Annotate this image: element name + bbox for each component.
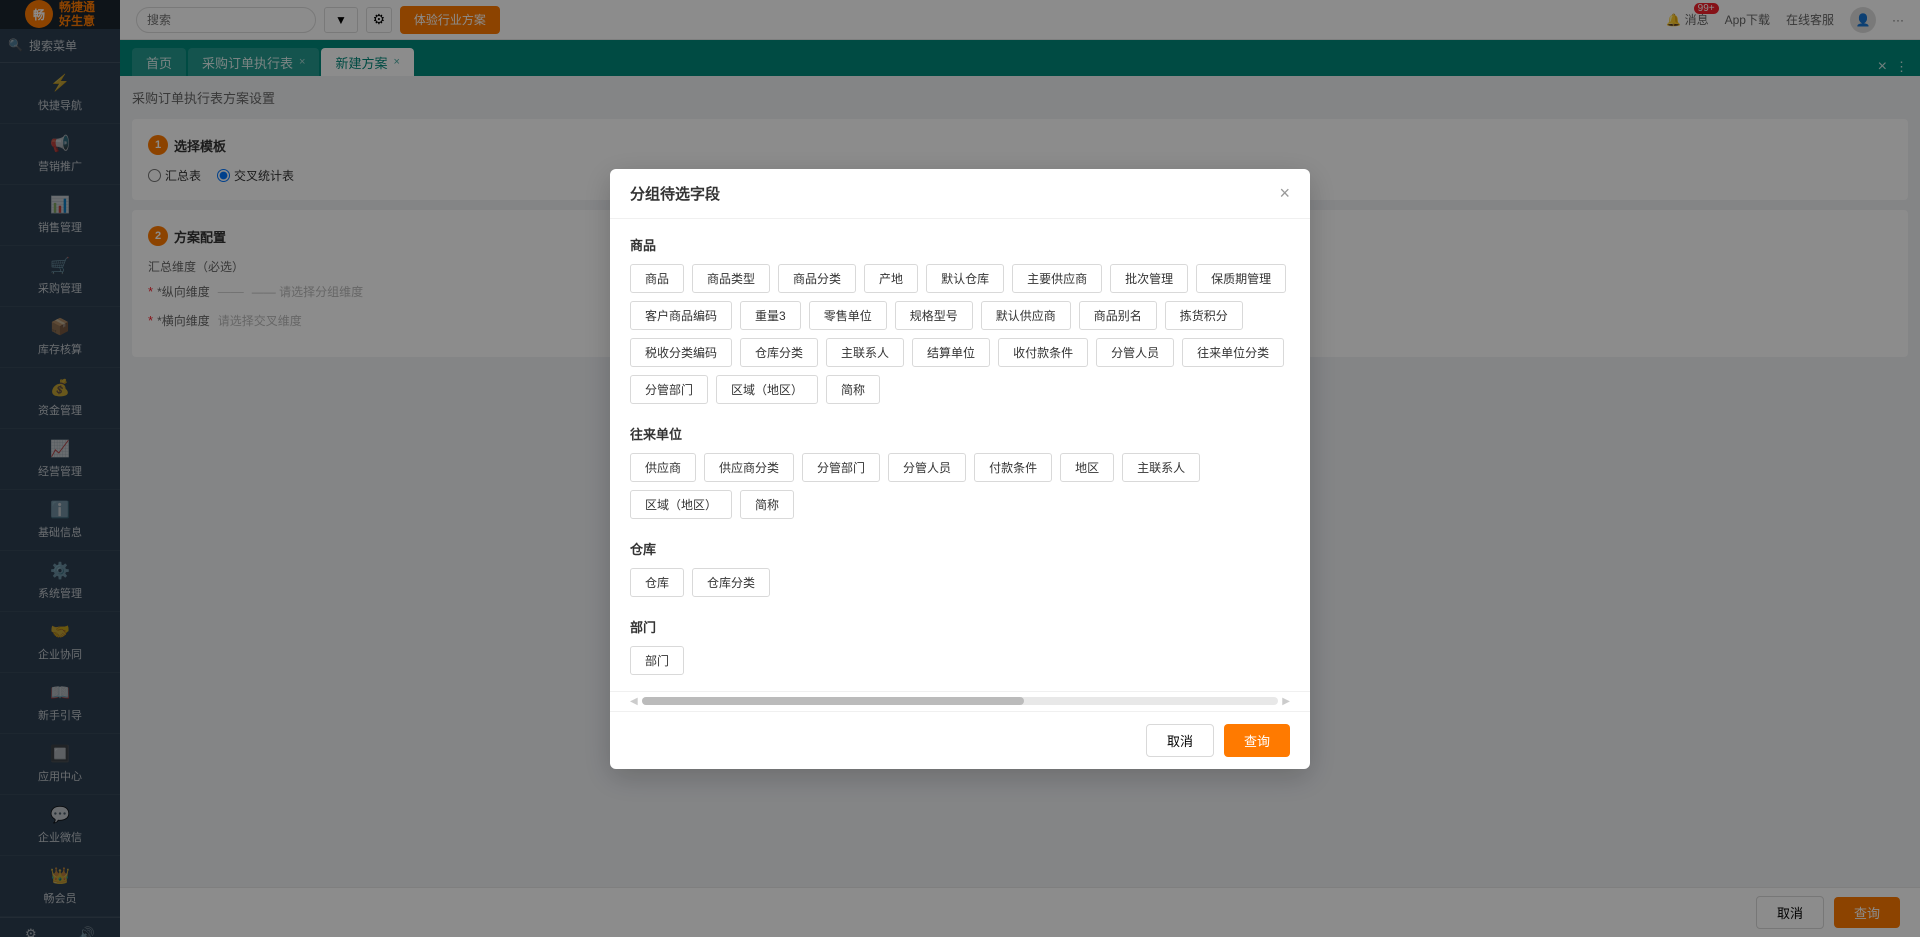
chip-weight[interactable]: 重量3 (740, 301, 801, 330)
chip-supervisor[interactable]: 分管人员 (1096, 338, 1174, 367)
chip-cp-short[interactable]: 简称 (740, 490, 794, 519)
chip-goods-alias[interactable]: 商品别名 (1079, 301, 1157, 330)
chip-shelf-life[interactable]: 保质期管理 (1196, 264, 1286, 293)
section-goods-title: 商品 (630, 235, 1290, 254)
chip-batch-mgmt[interactable]: 批次管理 (1110, 264, 1188, 293)
chip-warehouse-cat2[interactable]: 仓库分类 (692, 568, 770, 597)
chip-default-warehouse[interactable]: 默认仓库 (926, 264, 1004, 293)
chip-cp-dept[interactable]: 分管部门 (802, 453, 880, 482)
chip-cp-payment[interactable]: 付款条件 (974, 453, 1052, 482)
warehouse-chips: 仓库 仓库分类 (630, 568, 1290, 597)
dialog-title: 分组待选字段 (630, 183, 720, 204)
scroll-right-arrow[interactable]: ▶ (1282, 696, 1290, 707)
horizontal-scrollbar[interactable] (642, 697, 1279, 705)
section-goods: 商品 商品 商品类型 商品分类 产地 默认仓库 主要供应商 批次管理 保质期管理… (630, 235, 1290, 404)
section-dept-title: 部门 (630, 617, 1290, 636)
chip-supplier[interactable]: 供应商 (630, 453, 696, 482)
chip-unit-category[interactable]: 往来单位分类 (1182, 338, 1284, 367)
dialog-confirm-button[interactable]: 查询 (1224, 724, 1290, 757)
chip-main-supplier[interactable]: 主要供应商 (1012, 264, 1102, 293)
chip-cp-region[interactable]: 地区 (1060, 453, 1114, 482)
chip-goods-type[interactable]: 商品类型 (692, 264, 770, 293)
scroll-left-arrow[interactable]: ◀ (630, 696, 638, 707)
chip-dept[interactable]: 部门 (630, 646, 684, 675)
chip-settle-unit[interactable]: 结算单位 (912, 338, 990, 367)
dialog-overlay: 分组待选字段 × 商品 商品 商品类型 商品分类 产地 默认仓库 主要供应商 批… (0, 0, 1920, 937)
chip-cp-contact[interactable]: 主联系人 (1122, 453, 1200, 482)
section-counterparty: 往来单位 供应商 供应商分类 分管部门 分管人员 付款条件 地区 主联系人 区域… (630, 424, 1290, 519)
chip-goods-category[interactable]: 商品分类 (778, 264, 856, 293)
chip-short-name[interactable]: 简称 (826, 375, 880, 404)
chip-default-supplier[interactable]: 默认供应商 (981, 301, 1071, 330)
chip-pick-points[interactable]: 拣货积分 (1165, 301, 1243, 330)
chip-warehouse[interactable]: 仓库 (630, 568, 684, 597)
chip-cp-person[interactable]: 分管人员 (888, 453, 966, 482)
dialog-footer: 取消 查询 (610, 711, 1310, 769)
dept-chips: 部门 (630, 646, 1290, 675)
dialog-close-button[interactable]: × (1279, 184, 1290, 202)
scrollbar-thumb (642, 697, 1024, 705)
chip-warehouse-cat[interactable]: 仓库分类 (740, 338, 818, 367)
section-counterparty-title: 往来单位 (630, 424, 1290, 443)
chip-customer-code[interactable]: 客户商品编码 (630, 301, 732, 330)
chip-main-contact[interactable]: 主联系人 (826, 338, 904, 367)
dialog-header: 分组待选字段 × (610, 169, 1310, 219)
chip-cp-area[interactable]: 区域（地区） (630, 490, 732, 519)
section-warehouse: 仓库 仓库 仓库分类 (630, 539, 1290, 597)
chip-goods[interactable]: 商品 (630, 264, 684, 293)
chip-dept-mgmt[interactable]: 分管部门 (630, 375, 708, 404)
section-warehouse-title: 仓库 (630, 539, 1290, 558)
chip-region[interactable]: 区域（地区） (716, 375, 818, 404)
section-dept: 部门 部门 (630, 617, 1290, 675)
chip-payment-terms[interactable]: 收付款条件 (998, 338, 1088, 367)
chip-supplier-cat[interactable]: 供应商分类 (704, 453, 794, 482)
chip-tax-code[interactable]: 税收分类编码 (630, 338, 732, 367)
dialog-body[interactable]: 商品 商品 商品类型 商品分类 产地 默认仓库 主要供应商 批次管理 保质期管理… (610, 219, 1310, 691)
counterparty-chips: 供应商 供应商分类 分管部门 分管人员 付款条件 地区 主联系人 区域（地区） … (630, 453, 1290, 519)
chip-origin[interactable]: 产地 (864, 264, 918, 293)
dialog-cancel-button[interactable]: 取消 (1146, 724, 1214, 757)
dialog-scrollbar-area[interactable]: ◀ ▶ (610, 691, 1310, 711)
chip-spec[interactable]: 规格型号 (895, 301, 973, 330)
field-select-dialog: 分组待选字段 × 商品 商品 商品类型 商品分类 产地 默认仓库 主要供应商 批… (610, 169, 1310, 769)
goods-chips: 商品 商品类型 商品分类 产地 默认仓库 主要供应商 批次管理 保质期管理 客户… (630, 264, 1290, 404)
chip-retail-unit[interactable]: 零售单位 (809, 301, 887, 330)
